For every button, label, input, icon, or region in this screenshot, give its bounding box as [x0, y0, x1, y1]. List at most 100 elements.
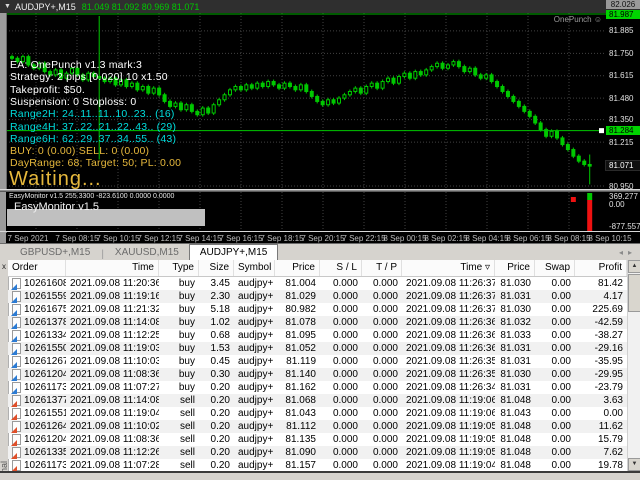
column-header-price[interactable]: Price [275, 260, 320, 276]
column-header-symbol[interactable]: Symbol [234, 260, 275, 276]
cell-order: 102613349 [8, 329, 66, 342]
cell-size: 0.20 [210, 434, 230, 445]
price-chart[interactable]: OnePunch ☺ EA: OnePunch v1.3 mark:3 Strat… [6, 13, 606, 189]
cell-close_time: 2021.09.08 11:19:06 [406, 408, 495, 419]
cell-tp: 0.000 [372, 304, 398, 315]
cell-profit: -35.95 [594, 356, 623, 367]
chart-ohlc-values: 81.049 81.092 80.969 81.071 [81, 1, 200, 12]
cell-close_time: 2021.09.08 11:26:37 [406, 304, 495, 315]
chart-dropdown-icon[interactable]: ▼ [4, 3, 11, 10]
cell-tp: 0.000 [372, 369, 398, 380]
scroll-up-button[interactable]: ▲ [628, 260, 640, 273]
price-axis-label: 81.480 [609, 93, 634, 103]
trades-table-header[interactable]: Order Time Type Size Symbol Price S / LT / P Ti… [8, 260, 627, 277]
table-row[interactable]: 102616082 2021.09.08 11:20:36 buy 3.45 audjp… [8, 277, 627, 290]
cell-profit: 15.79 [597, 434, 623, 445]
sell-order-icon [11, 434, 21, 446]
cell-sl: 0.000 [332, 291, 358, 302]
cell-type: sell [179, 408, 195, 419]
cell-open_time: 2021.09.08 11:12:25 [70, 330, 159, 341]
column-header-tp[interactable]: T / P [362, 260, 402, 276]
buy-order-icon [11, 369, 21, 381]
column-header-order[interactable]: Order [8, 260, 66, 276]
time-axis-label: 8 Sep 10:15 [588, 234, 632, 243]
table-row[interactable]: 102612640 2021.09.08 11:10:02 sell 0.20 audj… [8, 420, 627, 433]
chart-tab-xauusd-m15[interactable]: XAUUSD,M15 [105, 245, 189, 261]
table-row[interactable]: 102612670 2021.09.08 11:10:03 buy 0.45 audjp… [8, 355, 627, 368]
cell-order: 102613353 [8, 446, 66, 459]
cell-open_price: 81.078 [285, 317, 316, 328]
cell-symbol: audjpy+ [238, 382, 274, 393]
time-axis[interactable]: 7 Sep 2021 7 Sep 08:15 7 Sep 10:15 7 Sep 12… [6, 233, 640, 243]
cell-size: 0.20 [210, 421, 230, 432]
chart-tab-gbpusd-m15[interactable]: GBPUSD+,M15 [10, 245, 100, 261]
table-row[interactable]: 102613353 2021.09.08 11:12:26 sell 0.20 audj… [8, 446, 627, 459]
cell-symbol: audjpy+ [238, 408, 274, 419]
table-row[interactable]: 102615507 2021.09.08 11:19:03 buy 1.53 audjp… [8, 342, 627, 355]
cell-order: 102615599 [8, 290, 66, 303]
table-row[interactable]: 102613786 2021.09.08 11:14:08 buy 1.02 audjp… [8, 316, 627, 329]
time-axis-label: 7 Sep 12:15 [137, 234, 181, 243]
price-axis-label: 81.885 [609, 26, 634, 36]
table-scrollbar[interactable]: ▲ ▼ [627, 260, 640, 471]
indicator-subwindow[interactable]: EasyMonitor v1.5 255.3300 -823.6100 0.00… [6, 192, 606, 231]
table-row[interactable]: 102616759 2021.09.08 11:21:32 buy 5.18 audjp… [8, 303, 627, 316]
cell-open_price: 80.982 [285, 304, 316, 315]
column-header-price[interactable]: Price [495, 260, 535, 276]
terminal-close-button[interactable]: x [0, 262, 8, 271]
cell-open_price: 81.090 [285, 447, 316, 458]
cell-size: 0.20 [210, 447, 230, 458]
cell-symbol: audjpy+ [238, 369, 274, 380]
column-header-size[interactable]: Size [199, 260, 234, 276]
sell-order-icon [11, 460, 21, 472]
cell-open_time: 2021.09.08 11:12:26 [70, 447, 159, 458]
cell-close_price: 81.031 [500, 343, 531, 354]
table-row[interactable]: 102613776 2021.09.08 11:14:08 sell 0.20 audj… [8, 394, 627, 407]
cell-sl: 0.000 [332, 330, 358, 341]
cell-order: 102613776 [8, 394, 66, 407]
cell-close_time: 2021.09.08 11:26:35 [406, 356, 495, 367]
cell-open_time: 2021.09.08 11:21:32 [70, 304, 159, 315]
cell-open_time: 2021.09.08 11:14:08 [70, 317, 159, 328]
chart-tab-audjpy-m15[interactable]: AUDJPY+,M15 [188, 244, 279, 261]
scroll-thumb[interactable] [628, 274, 640, 312]
column-header-sl[interactable]: S / L [320, 260, 362, 276]
table-row[interactable]: 102612043 2021.09.08 11:08:36 sell 0.20 audj… [8, 433, 627, 446]
table-row[interactable]: 102611737 2021.09.08 11:07:27 buy 0.20 audjp… [8, 381, 627, 394]
cell-close_price: 81.031 [500, 382, 531, 393]
column-header-type[interactable]: Type [159, 260, 199, 276]
table-row[interactable]: 102612045 2021.09.08 11:08:36 buy 0.30 audjp… [8, 368, 627, 381]
cell-profit: -29.95 [594, 369, 623, 380]
scroll-down-button[interactable]: ▼ [628, 458, 640, 471]
cell-open_price: 81.140 [285, 369, 316, 380]
column-header-time[interactable]: Time ▿ [402, 260, 495, 276]
cell-swap: 0.00 [551, 304, 571, 315]
cell-swap: 0.00 [551, 447, 571, 458]
cell-open_price: 81.112 [286, 421, 316, 432]
column-header-profit[interactable]: Profit [575, 260, 627, 276]
table-row[interactable]: 102615599 2021.09.08 11:19:16 buy 2.30 audjp… [8, 290, 627, 303]
table-row[interactable]: 102615516 2021.09.08 11:19:04 sell 0.20 audj… [8, 407, 627, 420]
cell-type: buy [178, 330, 195, 341]
cell-size: 0.68 [210, 330, 230, 341]
cell-profit: -38.27 [594, 330, 623, 341]
time-axis-label: 7 Sep 14:15 [178, 234, 222, 243]
cell-size: 1.53 [210, 343, 230, 354]
cell-open_time: 2021.09.08 11:08:36 [70, 434, 159, 445]
tab-scroll-arrows[interactable]: ◂▸ [619, 248, 637, 257]
time-axis-label: 8 Sep 02:15 [424, 234, 468, 243]
indicator-title: EasyMonitor v1.5 [14, 201, 99, 213]
cell-tp: 0.000 [372, 434, 398, 445]
column-header-swap[interactable]: Swap [535, 260, 575, 276]
cell-close_time: 2021.09.08 11:19:05 [406, 447, 495, 458]
buy-order-icon [11, 356, 21, 368]
time-axis-label: 8 Sep 08:15 [547, 234, 591, 243]
cell-profit: 3.63 [603, 395, 623, 406]
column-header-time[interactable]: Time [66, 260, 159, 276]
cell-close_price: 81.048 [500, 395, 531, 406]
chart-titlebar[interactable]: ▼ AUDJPY+,M15 81.049 81.092 80.969 81.07… [0, 0, 640, 14]
cell-swap: 0.00 [551, 343, 571, 354]
cell-order: 102612043 [8, 433, 66, 446]
cell-swap: 0.00 [551, 278, 571, 289]
table-row[interactable]: 102613349 2021.09.08 11:12:25 buy 0.68 audjp… [8, 329, 627, 342]
